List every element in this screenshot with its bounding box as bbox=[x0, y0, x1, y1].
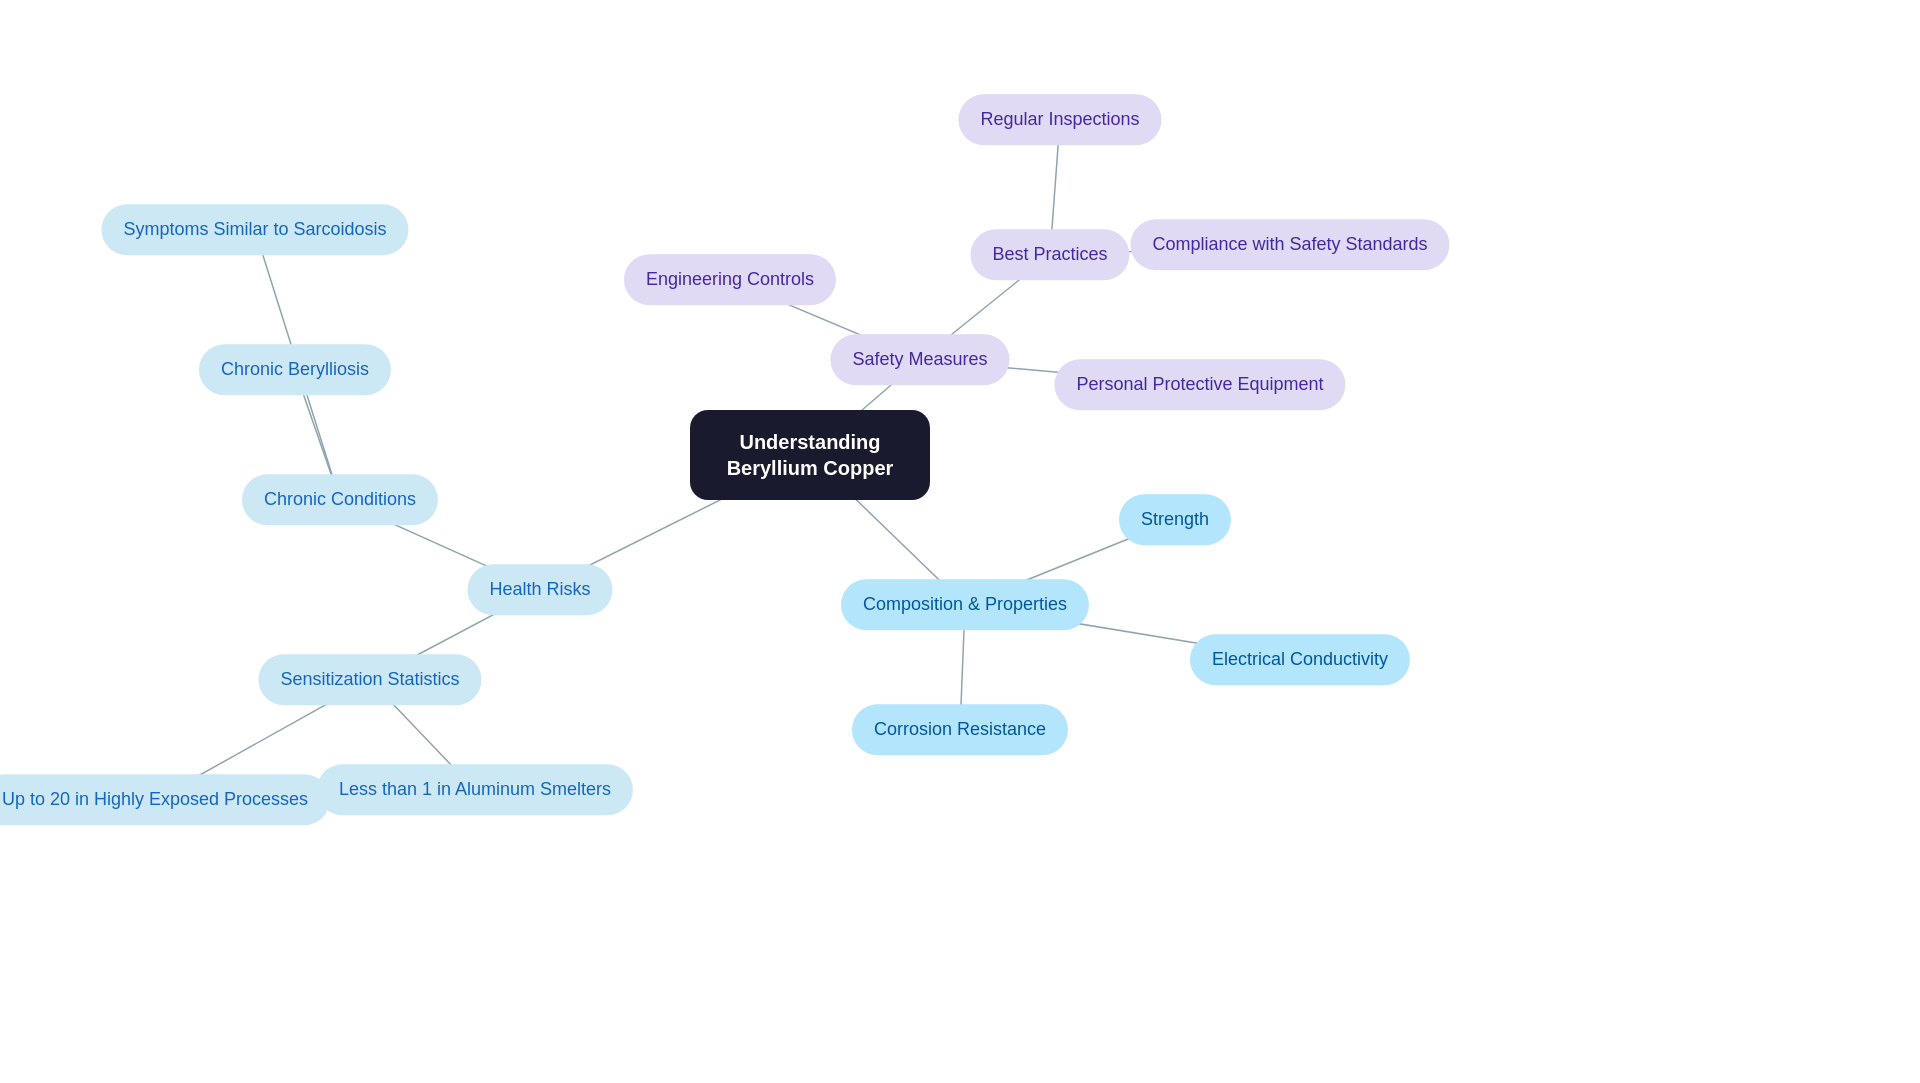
node-sensitization-stats: Sensitization Statistics bbox=[258, 654, 481, 705]
node-corrosion-resistance: Corrosion Resistance bbox=[852, 704, 1068, 755]
node-symptoms-similar: Symptoms Similar to Sarcoidosis bbox=[101, 204, 408, 255]
node-center: Understanding Beryllium Copper bbox=[690, 410, 930, 500]
node-ppe: Personal Protective Equipment bbox=[1054, 359, 1345, 410]
node-engineering-controls: Engineering Controls bbox=[624, 254, 836, 305]
node-compliance-safety: Compliance with Safety Standards bbox=[1130, 219, 1449, 270]
node-chronic-berylliosis: Chronic Berylliosis bbox=[199, 344, 391, 395]
node-regular-inspections: Regular Inspections bbox=[958, 94, 1161, 145]
node-electrical-conductivity: Electrical Conductivity bbox=[1190, 634, 1410, 685]
node-less-than-1: Less than 1 in Aluminum Smelters bbox=[317, 764, 633, 815]
node-safety-measures: Safety Measures bbox=[830, 334, 1009, 385]
node-strength: Strength bbox=[1119, 494, 1231, 545]
node-up-to-20: Up to 20 in Highly Exposed Processes bbox=[0, 774, 330, 825]
connections-svg bbox=[0, 0, 1920, 1083]
node-best-practices: Best Practices bbox=[970, 229, 1129, 280]
node-composition-properties: Composition & Properties bbox=[841, 579, 1089, 630]
node-chronic-conditions: Chronic Conditions bbox=[242, 474, 438, 525]
mindmap-container: Understanding Beryllium Copper Health Ri… bbox=[0, 0, 1920, 1083]
node-health-risks: Health Risks bbox=[467, 564, 612, 615]
